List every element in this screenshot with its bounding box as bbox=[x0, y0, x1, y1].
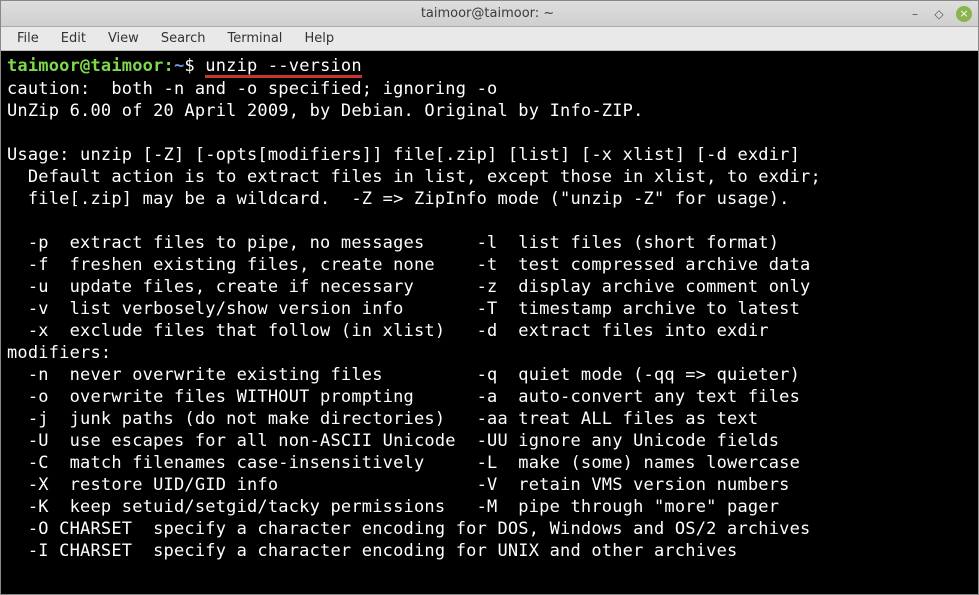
prompt-path: ~ bbox=[174, 56, 184, 76]
prompt-dollar: $ bbox=[184, 56, 194, 76]
prompt-user-host: taimoor@taimoor bbox=[7, 56, 164, 76]
maximize-button[interactable]: ◇ bbox=[932, 7, 946, 21]
window-controls: – ◇ × bbox=[908, 6, 972, 22]
menu-terminal[interactable]: Terminal bbox=[217, 29, 292, 48]
window-title: taimoor@taimoor: ~ bbox=[67, 6, 908, 21]
terminal-output: caution: both -n and -o specified; ignor… bbox=[7, 79, 821, 561]
menu-edit[interactable]: Edit bbox=[51, 29, 96, 48]
menu-file[interactable]: File bbox=[7, 29, 49, 48]
command-input: unzip --version bbox=[205, 57, 362, 78]
menu-view[interactable]: View bbox=[98, 29, 149, 48]
prompt-sep: : bbox=[164, 56, 174, 76]
close-button[interactable]: × bbox=[956, 6, 972, 22]
terminal-window: taimoor@taimoor: ~ – ◇ × File Edit View … bbox=[0, 0, 979, 595]
minimize-button[interactable]: – bbox=[908, 7, 922, 21]
menubar: File Edit View Search Terminal Help bbox=[1, 27, 978, 51]
menu-search[interactable]: Search bbox=[151, 29, 216, 48]
menu-help[interactable]: Help bbox=[294, 29, 344, 48]
terminal-area[interactable]: taimoor@taimoor:~$ unzip --version cauti… bbox=[1, 51, 978, 594]
titlebar: taimoor@taimoor: ~ – ◇ × bbox=[1, 1, 978, 27]
